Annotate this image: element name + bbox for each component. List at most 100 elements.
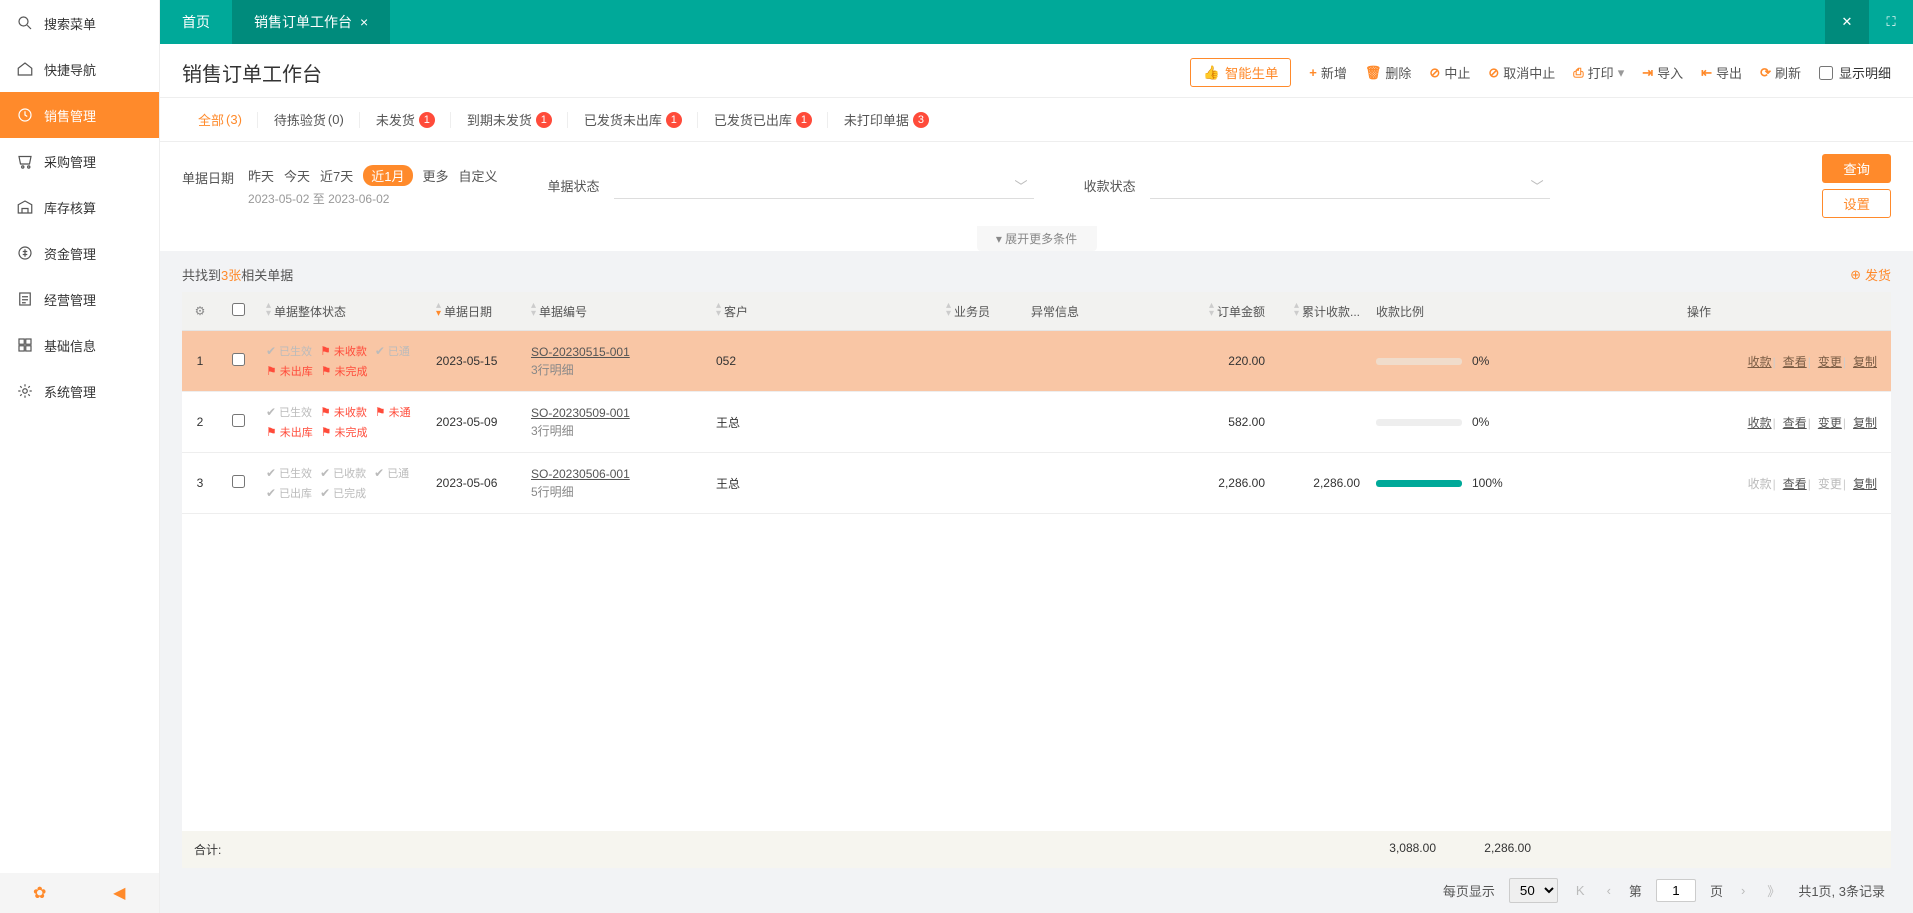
sidebar-item-label: 基础信息 <box>44 336 96 355</box>
sub-tab-2[interactable]: 未发货1 <box>360 98 451 142</box>
status-tag: ✔已完成 <box>320 485 366 501</box>
progress-bar <box>1376 480 1462 487</box>
prev-page-button[interactable]: ‹ <box>1603 883 1615 898</box>
row-checkbox[interactable] <box>232 353 245 366</box>
smart-generate-button[interactable]: 👍智能生单 <box>1190 58 1291 87</box>
tab-home[interactable]: 首页 <box>160 0 232 44</box>
sidebar-item-system[interactable]: 系统管理 <box>0 368 159 414</box>
sidebar-item-inventory[interactable]: 库存核算 <box>0 184 159 230</box>
date-opt-3[interactable]: 近1月 <box>363 165 412 186</box>
receive-status-select[interactable]: ﹀ <box>1150 173 1550 199</box>
date-opt-0[interactable]: 昨天 <box>248 166 274 185</box>
status-tag: ✔已通 <box>374 465 409 481</box>
col-sales[interactable]: ▴▾业务员 <box>938 292 1023 331</box>
row-action-收款[interactable]: 收款 <box>1748 477 1772 491</box>
search-icon <box>16 14 34 32</box>
row-action-查看[interactable]: 查看 <box>1783 416 1807 430</box>
table-row[interactable]: 3✔已生效✔已收款✔已通✔已出库✔已完成2023-05-06SO-2023050… <box>182 453 1891 514</box>
close-icon[interactable]: × <box>360 14 368 30</box>
col-docno[interactable]: ▴▾单据编号 <box>523 292 708 331</box>
sub-tab-4[interactable]: 已发货未出库1 <box>568 98 698 142</box>
cancel-stop-button[interactable]: ⊘取消中止 <box>1488 63 1555 82</box>
row-action-查看[interactable]: 查看 <box>1783 477 1807 491</box>
doc-status-select[interactable]: ﹀ <box>614 173 1034 199</box>
badge: 1 <box>666 112 682 128</box>
page-input[interactable] <box>1656 879 1696 902</box>
sub-tab-3[interactable]: 到期未发货1 <box>451 98 568 142</box>
row-action-变更[interactable]: 变更 <box>1818 477 1842 491</box>
row-action-复制[interactable]: 复制 <box>1853 355 1877 369</box>
col-customer[interactable]: ▴▾客户 <box>708 292 938 331</box>
sales-icon <box>16 106 34 124</box>
row-action-复制[interactable]: 复制 <box>1853 416 1877 430</box>
row-action-复制[interactable]: 复制 <box>1853 477 1877 491</box>
docno-link[interactable]: SO-20230515-001 <box>531 345 700 359</box>
sub-tab-0[interactable]: 全部(3) <box>182 98 258 142</box>
row-action-收款[interactable]: 收款 <box>1748 416 1772 430</box>
sub-tab-1[interactable]: 待拣验货(0) <box>258 98 360 142</box>
col-amount[interactable]: ▴▾订单金额 <box>1173 292 1273 331</box>
print-button[interactable]: ⎙打印 ▾ <box>1573 63 1624 82</box>
select-all-checkbox[interactable] <box>218 292 258 331</box>
gear-column[interactable]: ⚙ <box>182 292 218 331</box>
sidebar-search[interactable]: 搜索菜单 <box>0 0 159 46</box>
last-page-button[interactable]: 》 <box>1763 881 1784 900</box>
settings-button[interactable]: 设置 <box>1822 189 1891 218</box>
close-all-tabs-button[interactable]: ✕ <box>1825 0 1869 44</box>
row-action-变更[interactable]: 变更 <box>1818 416 1842 430</box>
stop-button[interactable]: ⊘中止 <box>1429 63 1470 82</box>
result-meta: 共找到 3张 相关单据 ⊕发货 <box>160 251 1913 292</box>
fullscreen-button[interactable]: ⛶ <box>1869 0 1913 44</box>
filter-doc-status: 单据状态 ﹀ <box>548 173 1034 199</box>
sidebar: 搜索菜单 快捷导航 销售管理 采购管理 库存核算 资金管理 <box>0 0 160 913</box>
total-received: 2,286.00 <box>1444 841 1539 858</box>
next-page-button[interactable]: › <box>1737 883 1749 898</box>
ship-button[interactable]: ⊕发货 <box>1850 265 1891 284</box>
row-action-变更[interactable]: 变更 <box>1818 355 1842 369</box>
sidebar-item-basic[interactable]: 基础信息 <box>0 322 159 368</box>
sub-tab-5[interactable]: 已发货已出库1 <box>698 98 828 142</box>
sidebar-collapse-button[interactable]: ◀ <box>80 883 160 903</box>
row-action-查看[interactable]: 查看 <box>1783 355 1807 369</box>
import-button[interactable]: ⇥导入 <box>1642 63 1683 82</box>
sidebar-item-sales[interactable]: 销售管理 <box>0 92 159 138</box>
col-received[interactable]: ▴▾累计收款... <box>1273 292 1368 331</box>
first-page-button[interactable]: K <box>1572 883 1589 898</box>
chevron-down-icon: ﹀ <box>1531 176 1544 195</box>
export-button[interactable]: ⇤导出 <box>1701 63 1742 82</box>
col-ratio[interactable]: 收款比例 <box>1368 292 1513 331</box>
show-detail-checkbox[interactable]: 显示明细 <box>1819 63 1891 82</box>
total-amount: 3,088.00 <box>1344 841 1444 858</box>
status-tag: ⚑未通 <box>375 404 411 420</box>
add-button[interactable]: +新增 <box>1309 63 1347 82</box>
date-opt-4[interactable]: 更多 <box>423 166 449 185</box>
date-opt-5[interactable]: 自定义 <box>459 166 498 185</box>
row-action-收款[interactable]: 收款 <box>1748 355 1772 369</box>
sidebar-item-operation[interactable]: 经营管理 <box>0 276 159 322</box>
date-opt-2[interactable]: 近7天 <box>320 166 353 185</box>
sidebar-settings-button[interactable]: ✿ <box>0 883 80 903</box>
table-row[interactable]: 2✔已生效⚑未收款⚑未通⚑未出库⚑未完成2023-05-09SO-2023050… <box>182 392 1891 453</box>
export-icon: ⇤ <box>1701 65 1712 81</box>
date-opt-1[interactable]: 今天 <box>284 166 310 185</box>
sidebar-item-finance[interactable]: 资金管理 <box>0 230 159 276</box>
page-size-select[interactable]: 50 <box>1509 878 1558 903</box>
col-abnormal[interactable]: 异常信息 <box>1023 292 1173 331</box>
table-row[interactable]: 1✔已生效⚑未收款✔已通⚑未出库⚑未完成2023-05-15SO-2023051… <box>182 331 1891 392</box>
docno-link[interactable]: SO-20230509-001 <box>531 406 700 420</box>
docno-link[interactable]: SO-20230506-001 <box>531 467 700 481</box>
col-status[interactable]: ▴▾单据整体状态 <box>258 292 428 331</box>
col-date[interactable]: ▴▾单据日期 <box>428 292 523 331</box>
undo-stop-icon: ⊘ <box>1488 65 1499 81</box>
row-checkbox[interactable] <box>232 475 245 488</box>
sub-tab-6[interactable]: 未打印单据3 <box>828 98 945 142</box>
sidebar-item-purchase[interactable]: 采购管理 <box>0 138 159 184</box>
row-checkbox[interactable] <box>232 414 245 427</box>
delete-button[interactable]: 🗑删除 <box>1365 63 1412 82</box>
sidebar-item-quicknav[interactable]: 快捷导航 <box>0 46 159 92</box>
tab-sales-order-workbench[interactable]: 销售订单工作台 × <box>232 0 390 44</box>
refresh-button[interactable]: ⟳刷新 <box>1760 63 1801 82</box>
import-icon: ⇥ <box>1642 65 1653 81</box>
search-button[interactable]: 查询 <box>1822 154 1891 183</box>
expand-filters-button[interactable]: ▾ 展开更多条件 <box>977 226 1097 251</box>
